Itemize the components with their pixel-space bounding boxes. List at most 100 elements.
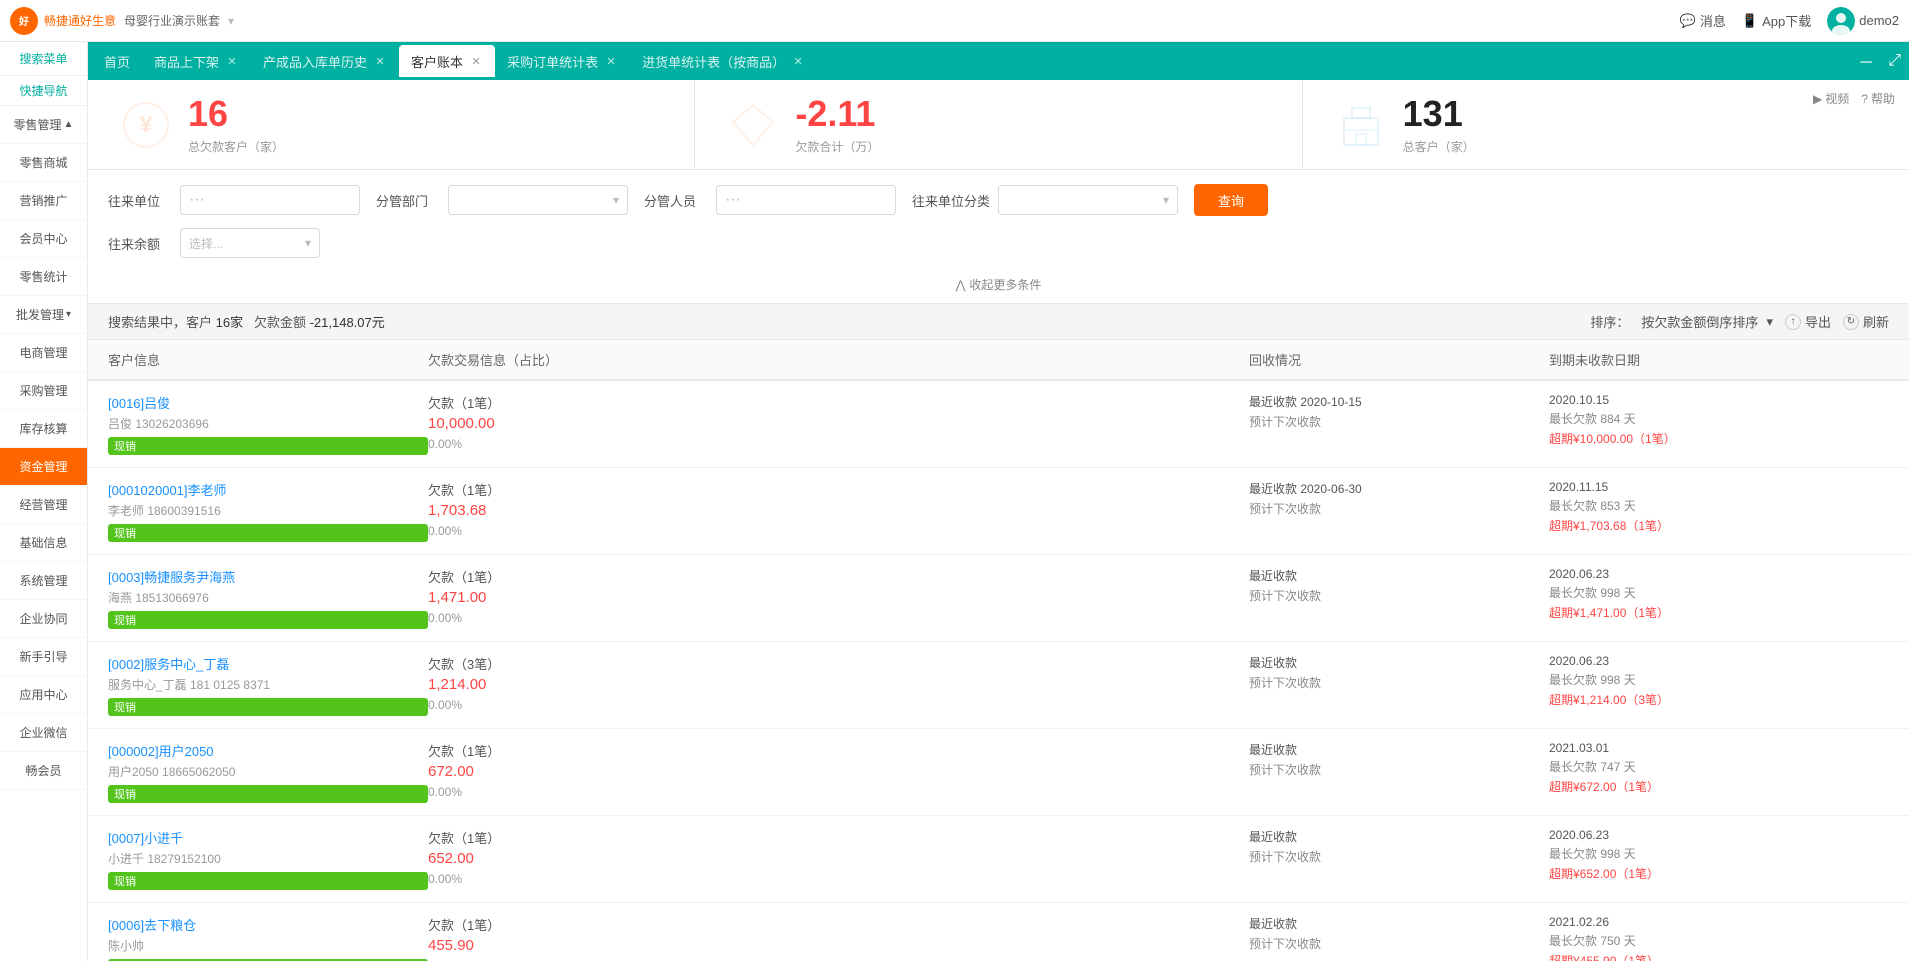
customer-info-6: [0006]去下粮仓 陈小帅 现销 [108,915,428,961]
due-days-4: 最长欠款 747 天 [1549,758,1889,775]
customer-name-0[interactable]: [0016]吕俊 [108,393,428,412]
sidebar-item-inventory[interactable]: 库存核算 [0,410,87,448]
help-btn[interactable]: ? 帮助 [1861,90,1895,107]
overdue-link-2[interactable]: 超期¥1,471.00（1笔） [1549,604,1889,621]
person-input[interactable]: ··· [716,185,896,215]
tab-bar: 首页 商品上下架 ✕ 产成品入库单历史 ✕ 客户账本 ✕ 采购订单统计表 ✕ 进… [88,42,1909,80]
diamond-icon [725,97,781,153]
results-summary: 搜索结果中，客户 16家 欠款金额 -21,148.07元 [108,312,385,331]
unit-category-select[interactable]: ▾ [998,185,1178,215]
main-layout: 搜索菜单 快捷导航 零售管理 ▲ 零售商城 营销推广 会员中心 零售统计 批发管… [0,42,1909,961]
recovery-next-3: 预计下次收款 [1249,674,1549,691]
sidebar-item-enterprise[interactable]: 企业协同 [0,600,87,638]
tab-home[interactable]: 首页 [92,45,142,77]
sidebar-item-batch-manage[interactable]: 批发管理 ▾ [0,296,87,334]
sidebar-quick-nav[interactable]: 快捷导航 [0,76,87,106]
sidebar-item-basic[interactable]: 基础信息 [0,524,87,562]
tab-purchase-stats-close[interactable]: ✕ [604,54,618,68]
search-button[interactable]: 查询 [1194,184,1268,216]
sidebar-item-member[interactable]: 会员中心 [0,220,87,258]
sidebar-item-wechat[interactable]: 企业微信 [0,714,87,752]
balance-select[interactable]: 选择... ▾ [180,228,320,258]
due-info-3: 2020.06.23 最长欠款 998 天 超期¥1,214.00（3笔） [1549,654,1889,708]
customer-tag-4: 现销 [108,785,428,803]
sidebar-item-finance[interactable]: 资金管理 [0,448,87,486]
brand-dropdown[interactable]: ▾ [228,14,234,28]
tab-customer-account[interactable]: 客户账本 ✕ [399,45,495,77]
tab-customer-account-label: 客户账本 [411,52,463,71]
tab-product-history-close[interactable]: ✕ [373,54,387,68]
sidebar-item-guide[interactable]: 新手引导 [0,638,87,676]
tab-product-history[interactable]: 产成品入库单历史 ✕ [251,45,399,77]
sidebar-item-purchase[interactable]: 采购管理 [0,372,87,410]
tab-customer-account-close[interactable]: ✕ [469,54,483,68]
customer-info-2: [0003]畅捷服务尹海燕 海燕 18513066976 现销 [108,567,428,629]
tab-maximize-btn[interactable]: ⤢ [1884,50,1905,72]
logo-area[interactable]: 好 畅捷通好生意 [10,7,116,35]
results-actions: 排序： 按欠款金额倒序排序 ▾ ↑ 导出 ↻ 刷新 [1590,312,1889,331]
overdue-link-6[interactable]: 超期¥455.90（1笔） [1549,952,1889,961]
debt-count-0: 欠款（1笔） [428,393,1249,412]
sidebar-item-vip[interactable]: 畅会员 [0,752,87,790]
tab-minimize-btn[interactable]: － [1854,47,1878,75]
debt-amount-5[interactable]: 652.00 [428,850,1249,867]
tab-purchase-stats[interactable]: 采购订单统计表 ✕ [495,45,630,77]
refresh-icon: ↻ [1843,314,1859,330]
stats-bar: ¥ 16 总欠款客户（家） -2.11 欠款合计（万） [88,80,1909,170]
overdue-link-1[interactable]: 超期¥1,703.68（1笔） [1549,517,1889,534]
overdue-link-4[interactable]: 超期¥672.00（1笔） [1549,778,1889,795]
recovery-next-5: 预计下次收款 [1249,848,1549,865]
customer-name-5[interactable]: [0007]小进千 [108,828,428,847]
due-date-1: 2020.11.15 [1549,480,1889,494]
sidebar-search[interactable]: 搜索菜单 [0,42,87,76]
topbar-left: 好 畅捷通好生意 母婴行业演示账套 ▾ [10,7,234,35]
customer-name-3[interactable]: [0002]服务中心_丁磊 [108,654,428,673]
tab-inventory-stats[interactable]: 进货单统计表（按商品） ✕ [630,45,817,77]
debt-amount-2[interactable]: 1,471.00 [428,589,1249,606]
overdue-link-5[interactable]: 超期¥652.00（1笔） [1549,865,1889,882]
customer-name-4[interactable]: [000002]用户2050 [108,741,428,760]
customer-info-4: [000002]用户2050 用户2050 18665062050 现销 [108,741,428,803]
overdue-link-3[interactable]: 超期¥1,214.00（3笔） [1549,691,1889,708]
customer-name-1[interactable]: [0001020001]李老师 [108,480,428,499]
from-unit-input[interactable]: ··· [180,185,360,215]
sidebar-item-marketing[interactable]: 营销推广 [0,182,87,220]
tab-product-off[interactable]: 商品上下架 ✕ [142,45,251,77]
recovery-info-2: 最近收款 预计下次收款 [1249,567,1549,604]
debt-amount-1[interactable]: 1,703.68 [428,502,1249,519]
filter-from-unit: 往来单位 ··· [108,185,360,215]
total-customers-label: 总客户（家） [1403,138,1475,155]
sort-select[interactable]: 按欠款金额倒序排序 ▾ [1641,312,1773,331]
table-row: [000002]用户2050 用户2050 18665062050 现销 欠款（… [88,729,1909,816]
sidebar-item-system[interactable]: 系统管理 [0,562,87,600]
debt-ratio-1: 0.00% [428,524,1249,538]
debt-count-2: 欠款（1笔） [428,567,1249,586]
recovery-info-3: 最近收款 预计下次收款 [1249,654,1549,691]
export-btn[interactable]: ↑ 导出 [1785,312,1831,331]
refresh-btn[interactable]: ↻ 刷新 [1843,312,1889,331]
sidebar-item-retail-manage[interactable]: 零售管理 ▲ [0,106,87,144]
sidebar-item-app[interactable]: 应用中心 [0,676,87,714]
sidebar-item-retail-stats[interactable]: 零售统计 [0,258,87,296]
debt-amount-6[interactable]: 455.90 [428,937,1249,954]
tab-inventory-stats-close[interactable]: ✕ [791,54,805,68]
recovery-date-4: 最近收款 [1249,741,1549,758]
dept-select[interactable]: ▾ [448,185,628,215]
tab-product-off-close[interactable]: ✕ [225,54,239,68]
recovery-date-3: 最近收款 [1249,654,1549,671]
view-video-btn[interactable]: ▶ 视频 [1813,90,1849,107]
debt-amount-4[interactable]: 672.00 [428,763,1249,780]
customer-name-6[interactable]: [0006]去下粮仓 [108,915,428,934]
customer-name-2[interactable]: [0003]畅捷服务尹海燕 [108,567,428,586]
app-download-button[interactable]: 📱 App下载 [1742,11,1811,30]
debt-amount-0[interactable]: 10,000.00 [428,415,1249,432]
sidebar-item-ecom[interactable]: 电商管理 [0,334,87,372]
overdue-link-0[interactable]: 超期¥10,000.00（1笔） [1549,430,1889,447]
messages-button[interactable]: 💬 消息 [1680,11,1726,30]
debt-amount-3[interactable]: 1,214.00 [428,676,1249,693]
sidebar-item-retail-mall[interactable]: 零售商城 [0,144,87,182]
collapse-btn[interactable]: ⋀ 收起更多条件 [108,270,1889,299]
sidebar-item-biz[interactable]: 经营管理 [0,486,87,524]
customer-phone-5: 小进千 18279152100 [108,850,428,867]
user-avatar-area[interactable]: demo2 [1827,7,1899,35]
